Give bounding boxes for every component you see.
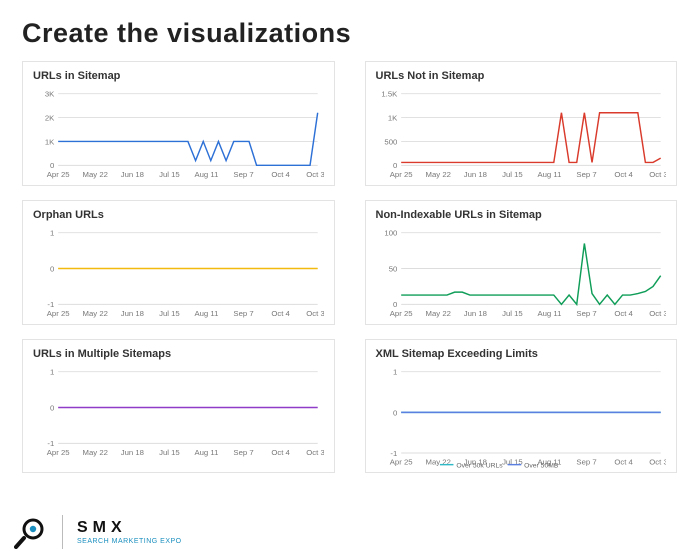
svg-text:Sep 7: Sep 7	[233, 448, 253, 457]
svg-text:Apr 25: Apr 25	[389, 457, 412, 466]
svg-text:Jul 15: Jul 15	[159, 309, 180, 318]
chart-exceed-limits: -101Apr 25May 22Jun 18Jul 15Aug 11Sep 7O…	[376, 362, 667, 469]
svg-text:May 22: May 22	[425, 170, 450, 179]
svg-text:50: 50	[388, 264, 397, 273]
brand-tagline: SEARCH MARKETING EXPO	[77, 538, 182, 546]
chart-urls-not-in-sitemap: 0 500 1K 1.5K Apr 25 May 22 Jun 18 Jul 15 Aug 11…	[376, 84, 667, 181]
brand-name: SMX	[77, 519, 182, 537]
card-title: URLs in Multiple Sitemaps	[33, 348, 324, 360]
svg-text:1: 1	[392, 367, 396, 376]
svg-text:May 22: May 22	[83, 448, 108, 457]
dashboard-grid: URLs in Sitemap 0 1K 2K 3K Apr 25 May 22 Jun 1…	[0, 53, 699, 473]
svg-text:1: 1	[50, 367, 54, 376]
svg-text:Aug 11: Aug 11	[537, 170, 561, 179]
svg-text:Jun 18: Jun 18	[121, 448, 144, 457]
svg-text:0: 0	[392, 161, 396, 170]
svg-text:Sep 7: Sep 7	[576, 170, 596, 179]
svg-text:Jun 18: Jun 18	[121, 309, 144, 318]
svg-text:Over 50k URLs: Over 50k URLs	[456, 462, 503, 468]
svg-text:Oct 4: Oct 4	[614, 457, 633, 466]
chart-multiple-sitemaps: -1 0 1 Apr 25 May 22 Jun 18 Jul 15 Aug 11 Sep 7 O…	[33, 362, 324, 459]
divider	[62, 515, 63, 549]
svg-text:1K: 1K	[387, 113, 397, 122]
card-title: URLs in Sitemap	[33, 70, 324, 82]
card-multiple-sitemaps: URLs in Multiple Sitemaps -1 0 1 Apr 25 May …	[22, 339, 335, 474]
svg-text:Oct 31: Oct 31	[306, 448, 323, 457]
svg-text:Jun 18: Jun 18	[463, 309, 486, 318]
card-title: XML Sitemap Exceeding Limits	[376, 348, 667, 360]
card-non-indexable: Non-Indexable URLs in Sitemap 0 50 100 Apr …	[365, 200, 678, 325]
svg-text:Aug 11: Aug 11	[194, 309, 218, 318]
card-urls-in-sitemap: URLs in Sitemap 0 1K 2K 3K Apr 25 May 22 Jun 1…	[22, 61, 335, 186]
svg-text:0: 0	[50, 264, 54, 273]
svg-text:Over 50MB: Over 50MB	[524, 462, 559, 468]
svg-text:3K: 3K	[45, 90, 55, 99]
svg-text:Oct 4: Oct 4	[271, 448, 290, 457]
svg-text:0: 0	[50, 403, 54, 412]
svg-text:Oct 31: Oct 31	[649, 170, 666, 179]
svg-text:Jul 15: Jul 15	[159, 170, 180, 179]
card-urls-not-in-sitemap: URLs Not in Sitemap 0 500 1K 1.5K Apr 25 May …	[365, 61, 678, 186]
svg-text:0: 0	[392, 408, 396, 417]
svg-text:Sep 7: Sep 7	[576, 457, 596, 466]
card-title: Non-Indexable URLs in Sitemap	[376, 209, 667, 221]
svg-text:-1: -1	[390, 449, 397, 458]
magnifier-icon	[14, 515, 48, 549]
svg-text:Jul 15: Jul 15	[502, 170, 523, 179]
svg-text:Aug 11: Aug 11	[194, 170, 218, 179]
svg-text:Oct 4: Oct 4	[614, 170, 633, 179]
chart-orphan-urls: -1 0 1 Apr 25 May 22 Jun 18 Jul 15 Aug 11 Sep 7 O…	[33, 223, 324, 320]
svg-text:May 22: May 22	[83, 309, 108, 318]
svg-text:Oct 31: Oct 31	[306, 170, 323, 179]
svg-text:Oct 4: Oct 4	[271, 309, 290, 318]
svg-text:1.5K: 1.5K	[381, 90, 398, 99]
svg-text:Apr 25: Apr 25	[389, 309, 412, 318]
svg-text:May 22: May 22	[83, 170, 108, 179]
svg-text:0: 0	[392, 300, 396, 309]
svg-text:Apr 25: Apr 25	[389, 170, 412, 179]
svg-text:-1: -1	[47, 439, 54, 448]
svg-text:Aug 11: Aug 11	[194, 448, 218, 457]
svg-text:Jun 18: Jun 18	[463, 170, 486, 179]
card-orphan-urls: Orphan URLs -1 0 1 Apr 25 May 22 Jun 18 Jul 15…	[22, 200, 335, 325]
svg-text:100: 100	[384, 228, 397, 237]
svg-text:Oct 31: Oct 31	[649, 309, 666, 318]
svg-text:May 22: May 22	[425, 309, 450, 318]
page-title: Create the visualizations	[0, 0, 699, 53]
svg-text:-1: -1	[47, 300, 54, 309]
card-exceed-limits: XML Sitemap Exceeding Limits -101Apr 25M…	[365, 339, 678, 474]
svg-text:Aug 11: Aug 11	[537, 309, 561, 318]
svg-text:Jul 15: Jul 15	[159, 448, 180, 457]
svg-text:Apr 25: Apr 25	[47, 309, 70, 318]
svg-text:Sep 7: Sep 7	[233, 170, 253, 179]
svg-text:Apr 25: Apr 25	[47, 448, 70, 457]
svg-text:Jul 15: Jul 15	[502, 309, 523, 318]
footer-branding: SMX SEARCH MARKETING EXPO	[14, 515, 182, 549]
svg-text:0: 0	[50, 161, 54, 170]
svg-text:1K: 1K	[45, 137, 55, 146]
svg-text:Jun 18: Jun 18	[121, 170, 144, 179]
svg-text:Oct 31: Oct 31	[306, 309, 323, 318]
svg-text:1: 1	[50, 228, 54, 237]
svg-text:Oct 31: Oct 31	[649, 457, 666, 466]
svg-text:Oct 4: Oct 4	[271, 170, 290, 179]
chart-urls-in-sitemap: 0 1K 2K 3K Apr 25 May 22 Jun 18 Jul 15 Aug 11 Sep…	[33, 84, 324, 181]
svg-text:500: 500	[384, 137, 397, 146]
svg-text:Oct 4: Oct 4	[614, 309, 633, 318]
svg-text:2K: 2K	[45, 113, 55, 122]
card-title: Orphan URLs	[33, 209, 324, 221]
chart-non-indexable: 0 50 100 Apr 25 May 22 Jun 18 Jul 15 Aug 11 Sep …	[376, 223, 667, 320]
svg-text:Sep 7: Sep 7	[576, 309, 596, 318]
svg-text:Apr 25: Apr 25	[47, 170, 70, 179]
card-title: URLs Not in Sitemap	[376, 70, 667, 82]
svg-text:Sep 7: Sep 7	[233, 309, 253, 318]
